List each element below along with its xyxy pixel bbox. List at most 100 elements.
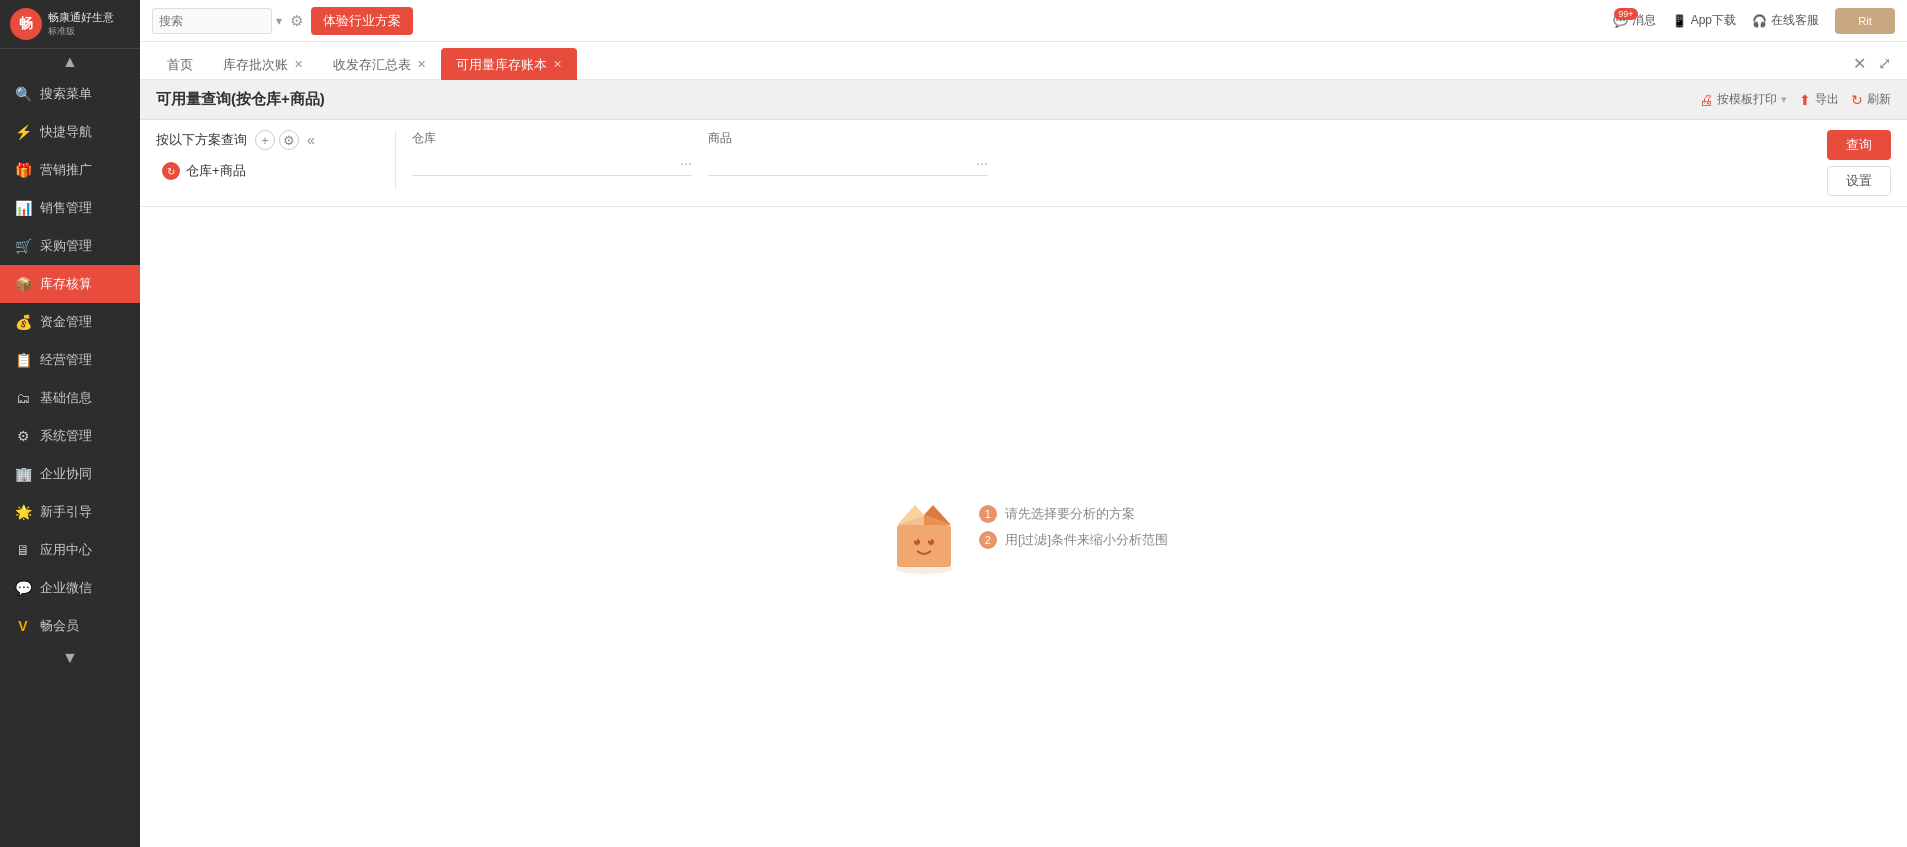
mobile-icon: 📱 — [1672, 14, 1687, 28]
goods-filter-field: 商品 ··· — [708, 130, 988, 176]
print-dropdown-icon[interactable]: ▾ — [1781, 93, 1787, 106]
export-label: 导出 — [1815, 91, 1839, 108]
tab-batch[interactable]: 库存批次账 ✕ — [208, 48, 318, 80]
settings-button[interactable]: 设置 — [1827, 166, 1891, 196]
svg-point-6 — [914, 539, 920, 545]
filter-scheme-item[interactable]: ↻ 仓库+商品 — [156, 158, 383, 184]
filter-left-actions: + ⚙ « — [255, 130, 319, 150]
empty-hints: 1 请先选择要分析的方案 2 用[过滤]条件来缩小分析范围 — [979, 505, 1168, 549]
sidebar-item-label: 系统管理 — [40, 427, 92, 445]
sidebar-item-label: 经营管理 — [40, 351, 92, 369]
sidebar-item-operation[interactable]: 📋 经营管理 — [0, 341, 140, 379]
basic-icon: 🗂 — [14, 389, 32, 407]
empty-svg — [879, 487, 969, 577]
sidebar-item-shortcut[interactable]: ⚡ 快捷导航 — [0, 113, 140, 151]
goods-label: 商品 — [708, 130, 988, 147]
sidebar-item-search[interactable]: 🔍 搜索菜单 — [0, 75, 140, 113]
warehouse-input[interactable] — [412, 156, 676, 171]
sidebar-item-guide[interactable]: 🌟 新手引导 — [0, 493, 140, 531]
warehouse-label: 仓库 — [412, 130, 692, 147]
refresh-label: 刷新 — [1867, 91, 1891, 108]
operation-icon: 📋 — [14, 351, 32, 369]
sidebar-item-appcenter[interactable]: 🖥 应用中心 — [0, 531, 140, 569]
tabs-bar: 首页 库存批次账 ✕ 收发存汇总表 ✕ 可用量库存账本 ✕ ✕ ⤢ — [140, 42, 1907, 80]
sidebar-item-wechat[interactable]: 💬 企业微信 — [0, 569, 140, 607]
enterprise-icon: 🏢 — [14, 465, 32, 483]
sidebar-item-label: 基础信息 — [40, 389, 92, 407]
warehouse-filter-field: 仓库 ··· — [412, 130, 692, 176]
sidebar-item-label: 采购管理 — [40, 237, 92, 255]
guide-icon: 🌟 — [14, 503, 32, 521]
tab-available[interactable]: 可用量库存账本 ✕ — [441, 48, 577, 80]
hint-num-2: 2 — [979, 531, 997, 549]
finance-icon: 💰 — [14, 313, 32, 331]
sidebar-scroll-down-btn[interactable]: ▼ — [0, 645, 140, 671]
print-action[interactable]: 🖨 按模板打印 ▾ — [1699, 91, 1787, 108]
topbar-right: 💬 99+ 消息 📱 App下载 🎧 在线客服 Rit — [1613, 8, 1895, 34]
online-service-item[interactable]: 🎧 在线客服 — [1752, 12, 1819, 29]
purchase-icon: 🛒 — [14, 237, 32, 255]
brand-name: 畅康通好生意 — [48, 10, 114, 24]
filter-left-header: 按以下方案查询 + ⚙ « — [156, 130, 383, 150]
sidebar-item-label: 企业协同 — [40, 465, 92, 483]
add-scheme-btn[interactable]: + — [255, 130, 275, 150]
tab-home[interactable]: 首页 — [152, 48, 208, 80]
tab-label: 库存批次账 — [223, 56, 288, 74]
sidebar-item-label: 销售管理 — [40, 199, 92, 217]
settings-scheme-btn[interactable]: ⚙ — [279, 130, 299, 150]
app-download-label: App下载 — [1691, 12, 1736, 29]
gear-icon[interactable]: ⚙ — [290, 12, 303, 30]
sidebar-item-marketing[interactable]: 🎁 营销推广 — [0, 151, 140, 189]
shortcut-icon: ⚡ — [14, 123, 32, 141]
sidebar-item-finance[interactable]: 💰 资金管理 — [0, 303, 140, 341]
sidebar-item-system[interactable]: ⚙ 系统管理 — [0, 417, 140, 455]
sidebar-item-enterprise[interactable]: 🏢 企业协同 — [0, 455, 140, 493]
filter-action-buttons: 查询 设置 — [1815, 130, 1891, 196]
brand-area: 畅 畅康通好生意 标准版 — [0, 0, 140, 49]
industry-btn[interactable]: 体验行业方案 — [311, 7, 413, 35]
export-action[interactable]: ⬆ 导出 — [1799, 91, 1839, 108]
search-input[interactable] — [152, 8, 272, 34]
search-dropdown-icon[interactable]: ▾ — [276, 14, 282, 28]
sidebar-item-member[interactable]: V 畅会员 — [0, 607, 140, 645]
empty-illustration — [879, 487, 959, 567]
sidebar-item-label: 应用中心 — [40, 541, 92, 559]
sidebar-item-basic[interactable]: 🗂 基础信息 — [0, 379, 140, 417]
tab-expand-btn[interactable]: ⤢ — [1874, 52, 1895, 75]
svg-point-9 — [929, 539, 931, 541]
sidebar-item-inventory[interactable]: 📦 库存核算 — [0, 265, 140, 303]
refresh-action[interactable]: ↻ 刷新 — [1851, 91, 1891, 108]
filter-left-panel: 按以下方案查询 + ⚙ « ↻ 仓库+商品 — [156, 130, 396, 190]
tab-close-icon[interactable]: ✕ — [553, 58, 562, 71]
tab-close-icon[interactable]: ✕ — [417, 58, 426, 71]
query-button[interactable]: 查询 — [1827, 130, 1891, 160]
goods-input[interactable] — [708, 156, 972, 171]
filter-section-title: 按以下方案查询 — [156, 131, 247, 149]
empty-hint-2: 2 用[过滤]条件来缩小分析范围 — [979, 531, 1168, 549]
tab-close-icon[interactable]: ✕ — [294, 58, 303, 71]
export-icon: ⬆ — [1799, 92, 1811, 108]
sidebar-item-purchase[interactable]: 🛒 采购管理 — [0, 227, 140, 265]
print-label: 按模板打印 — [1717, 91, 1777, 108]
warehouse-more-icon[interactable]: ··· — [680, 155, 692, 171]
filter-right-panel: 仓库 ··· 商品 ··· 查询 设置 — [396, 130, 1891, 196]
user-avatar[interactable]: Rit — [1835, 8, 1895, 34]
sidebar-item-label: 企业微信 — [40, 579, 92, 597]
collapse-icon[interactable]: « — [303, 130, 319, 150]
message-badge: 99+ — [1614, 8, 1637, 21]
sidebar-item-label: 搜索菜单 — [40, 85, 92, 103]
online-service-label: 在线客服 — [1771, 12, 1819, 29]
scheme-name: 仓库+商品 — [186, 162, 246, 180]
sidebar-item-sales[interactable]: 📊 销售管理 — [0, 189, 140, 227]
headset-icon: 🎧 — [1752, 14, 1767, 28]
app-download-item[interactable]: 📱 App下载 — [1672, 12, 1736, 29]
tab-collect[interactable]: 收发存汇总表 ✕ — [318, 48, 441, 80]
goods-more-icon[interactable]: ··· — [976, 155, 988, 171]
svg-point-8 — [915, 539, 917, 541]
tab-close-btn[interactable]: ✕ — [1849, 52, 1870, 75]
hint-text-1: 请先选择要分析的方案 — [1005, 505, 1135, 523]
sales-icon: 📊 — [14, 199, 32, 217]
appcenter-icon: 🖥 — [14, 541, 32, 559]
sidebar-scroll-up-btn[interactable]: ▲ — [0, 49, 140, 75]
message-item[interactable]: 💬 99+ 消息 — [1613, 12, 1656, 29]
